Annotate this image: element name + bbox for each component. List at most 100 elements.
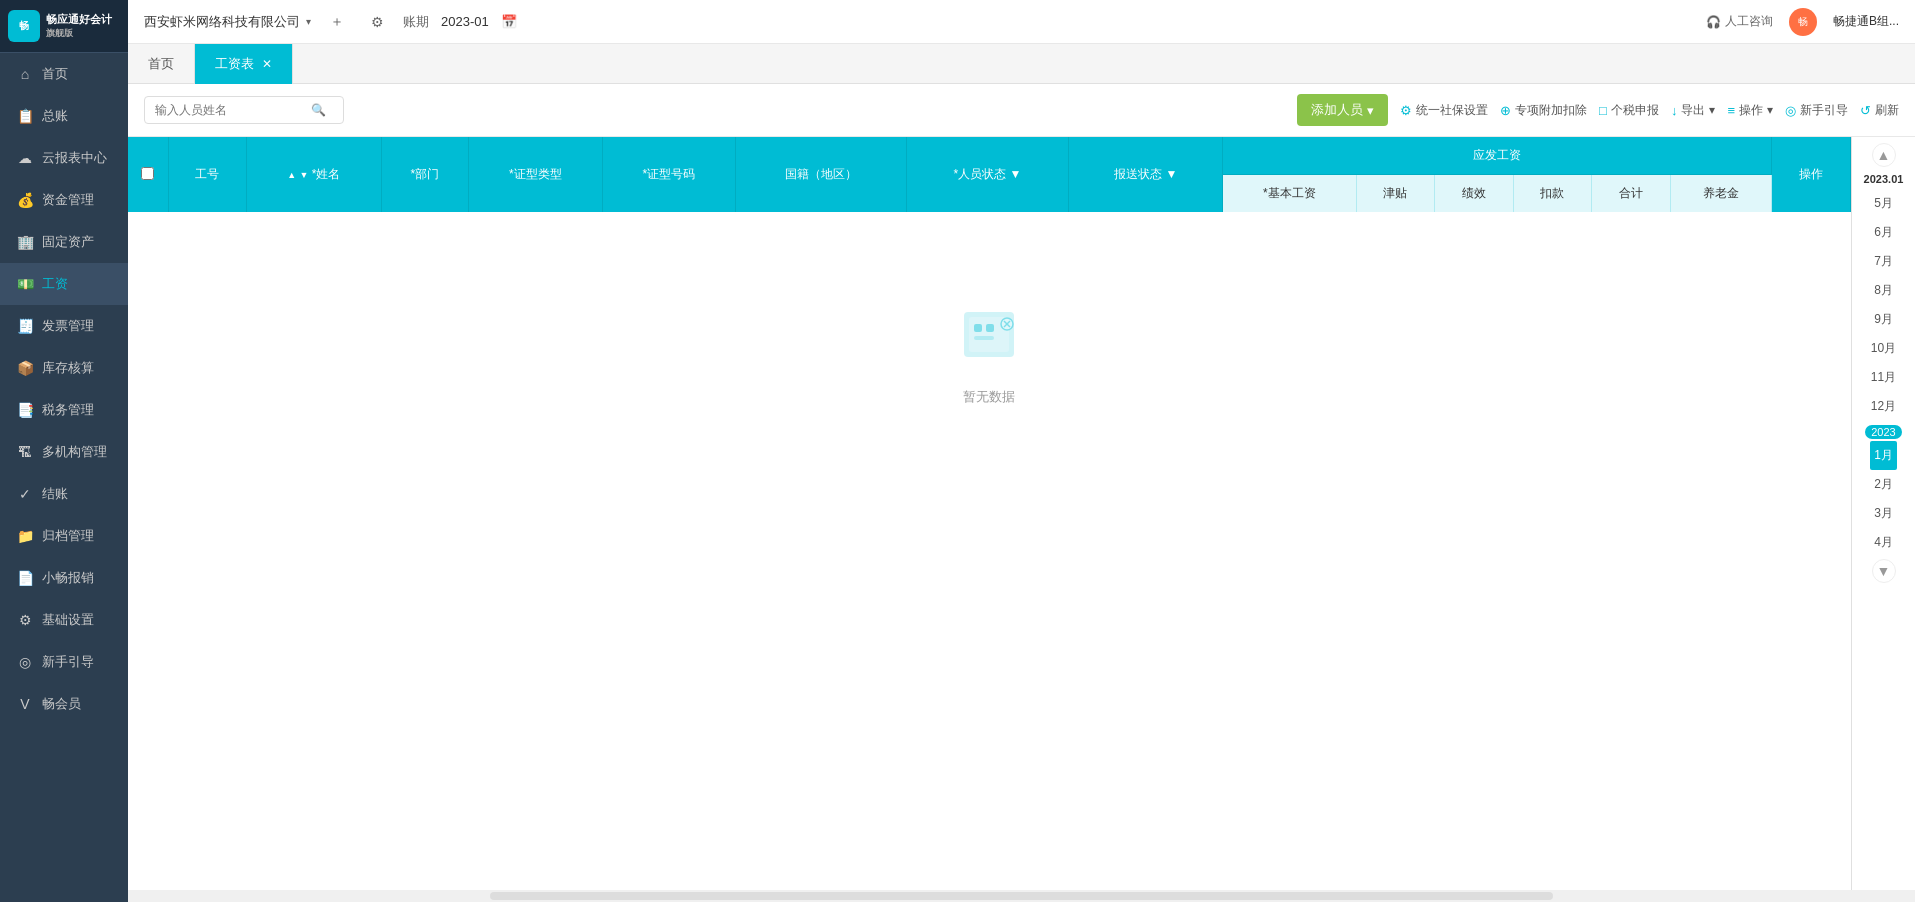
sort-down-icon: ▼ [299,170,308,180]
sidebar-item-云报表中心[interactable]: ☁云报表中心 [0,137,128,179]
sidebar-item-发票管理[interactable]: 🧾 发票管理 [0,305,128,347]
filter-icon-submit: ▼ [1165,167,1177,181]
cal-prev-month-6[interactable]: 11月 [1867,363,1900,392]
col-allowance: 津贴 [1356,175,1435,213]
company-name: 西安虾米网络科技有限公司 [144,13,300,31]
sidebar-item-多机构管理[interactable]: 🏗 多机构管理 [0,431,128,473]
sidebar-item-新手引导[interactable]: ◎新手引导 [0,641,128,683]
toolbar-action-3[interactable]: ↓导出▾ [1671,102,1716,119]
sidebar-icon-9: 🏗 [16,444,34,460]
action-label-0: 统一社保设置 [1416,102,1488,119]
action-label-4: 操作 [1739,102,1763,119]
sidebar-label-10: 结账 [42,485,68,503]
cal-prev-month-5[interactable]: 10月 [1867,334,1900,363]
horizontal-scrollbar[interactable] [490,892,1553,900]
toolbar-action-4[interactable]: ≡操作▾ [1727,102,1773,119]
toolbar-action-2[interactable]: □个税申报 [1599,102,1659,119]
calendar-icon[interactable]: 📅 [501,14,517,29]
sidebar-item-基础设置[interactable]: ⚙ 基础设置 [0,599,128,641]
settings-btn[interactable]: ⚙ [363,8,391,36]
period-value: 2023-01 [441,14,489,29]
sidebar-item-畅会员[interactable]: V畅会员 [0,683,128,725]
col-name: ▲ ▼ *姓名 [247,137,382,212]
action-label-5: 新手引导 [1800,102,1848,119]
sidebar-item-工资[interactable]: 💵 工资 [0,263,128,305]
sidebar-label-1: 总账 [42,107,68,125]
action-icon-2: □ [1599,103,1607,118]
search-icon: 🔍 [311,103,326,117]
sidebar-icon-13: ⚙ [16,612,34,628]
cal-prev-month-2[interactable]: 7月 [1867,247,1900,276]
sidebar-label-13: 基础设置 [42,611,94,629]
cal-month-0[interactable]: 1月 [1870,441,1897,470]
sidebar-icon-4: 🏢 [16,234,34,250]
cal-prev-month-0[interactable]: 5月 [1867,189,1900,218]
sidebar-item-首页[interactable]: ⌂首页 [0,53,128,95]
company-selector[interactable]: 西安虾米网络科技有限公司 ▾ [144,13,311,31]
sidebar-icon-3: 💰 [16,192,34,208]
svg-rect-3 [986,324,994,332]
calendar-up-btn[interactable]: ▲ [1872,143,1896,167]
sidebar-label-3: 资金管理 [42,191,94,209]
col-deduction: 扣款 [1513,175,1592,213]
sidebar-item-归档管理[interactable]: 📁归档管理 [0,515,128,557]
salary-table: 工号 ▲ ▼ *姓名 *部门 *证型类型 *证型号码 国籍（地区） *人员状态 … [128,137,1851,486]
cal-prev-month-3[interactable]: 8月 [1867,276,1900,305]
action-icon-5: ◎ [1785,103,1796,118]
sidebar-label-8: 税务管理 [42,401,94,419]
sidebar-label-4: 固定资产 [42,233,94,251]
search-input[interactable] [155,103,305,117]
svg-rect-4 [974,336,994,340]
company-dropdown-arrow: ▾ [306,16,311,27]
col-submit-status[interactable]: 报送状态 ▼ [1069,137,1223,212]
sidebar-icon-1: 📋 [16,108,34,124]
calendar-down-btn[interactable]: ▼ [1872,559,1896,583]
tab-首页[interactable]: 首页 [128,44,195,84]
tab-label-1: 工资表 [215,55,254,73]
add-person-button[interactable]: 添加人员 ▾ [1297,94,1388,126]
sidebar-label-6: 发票管理 [42,317,94,335]
action-icon-3: ↓ [1671,103,1678,118]
sidebar-item-总账[interactable]: 📋 总账 [0,95,128,137]
cal-month-2[interactable]: 3月 [1870,499,1897,528]
col-status[interactable]: *人员状态 ▼ [906,137,1069,212]
tab-close-1[interactable]: ✕ [262,57,272,71]
sidebar-label-12: 小畅报销 [42,569,94,587]
sidebar-item-结账[interactable]: ✓结账 [0,473,128,515]
select-all-checkbox[interactable] [141,167,154,180]
toolbar-action-0[interactable]: ⚙统一社保设置 [1400,102,1488,119]
sidebar-icon-12: 📄 [16,570,34,586]
col-performance: 绩效 [1435,175,1514,213]
sidebar-label-7: 库存核算 [42,359,94,377]
sidebar-icon-15: V [16,696,34,712]
help-button[interactable]: 🎧 人工咨询 [1706,13,1773,30]
col-pension: 养老金 [1670,175,1772,213]
toolbar-action-5[interactable]: ◎ 新手引导 [1785,102,1848,119]
tab-工资表[interactable]: 工资表 ✕ [195,44,293,84]
cal-month-3[interactable]: 4月 [1870,528,1897,557]
sidebar-icon-6: 🧾 [16,318,34,334]
select-all-header[interactable] [128,137,168,212]
sidebar-item-库存核算[interactable]: 📦库存核算 [0,347,128,389]
sidebar-icon-5: 💵 [16,276,34,292]
toolbar-actions: 添加人员 ▾ ⚙统一社保设置 ⊕专项附加扣除 □个税申报 ↓导出▾ ≡操作▾ ◎ 新手引导 ↺… [1297,94,1899,126]
table-header-row-1: 工号 ▲ ▼ *姓名 *部门 *证型类型 *证型号码 国籍（地区） *人员状态 … [128,137,1851,175]
add-company-btn[interactable]: ＋ [323,8,351,36]
col-nationality: 国籍（地区） [736,137,907,212]
sidebar-item-税务管理[interactable]: 📑税务管理 [0,389,128,431]
user-name[interactable]: 畅捷通B组... [1833,13,1899,30]
tab-bar: 首页 工资表 ✕ [128,44,1915,84]
sidebar-item-固定资产[interactable]: 🏢 固定资产 [0,221,128,263]
cal-prev-month-4[interactable]: 9月 [1867,305,1900,334]
sidebar-label-5: 工资 [42,275,68,293]
action-icon-6: ↺ [1860,103,1871,118]
toolbar-action-1[interactable]: ⊕专项附加扣除 [1500,102,1587,119]
cal-prev-month-7[interactable]: 12月 [1867,392,1900,421]
sidebar-item-小畅报销[interactable]: 📄 小畅报销 [0,557,128,599]
avatar: 畅 [1789,8,1817,36]
cal-prev-month-1[interactable]: 6月 [1867,218,1900,247]
sidebar-item-资金管理[interactable]: 💰 资金管理 [0,179,128,221]
toolbar-action-6[interactable]: ↺刷新 [1860,102,1899,119]
cal-month-1[interactable]: 2月 [1870,470,1897,499]
sidebar-label-9: 多机构管理 [42,443,107,461]
